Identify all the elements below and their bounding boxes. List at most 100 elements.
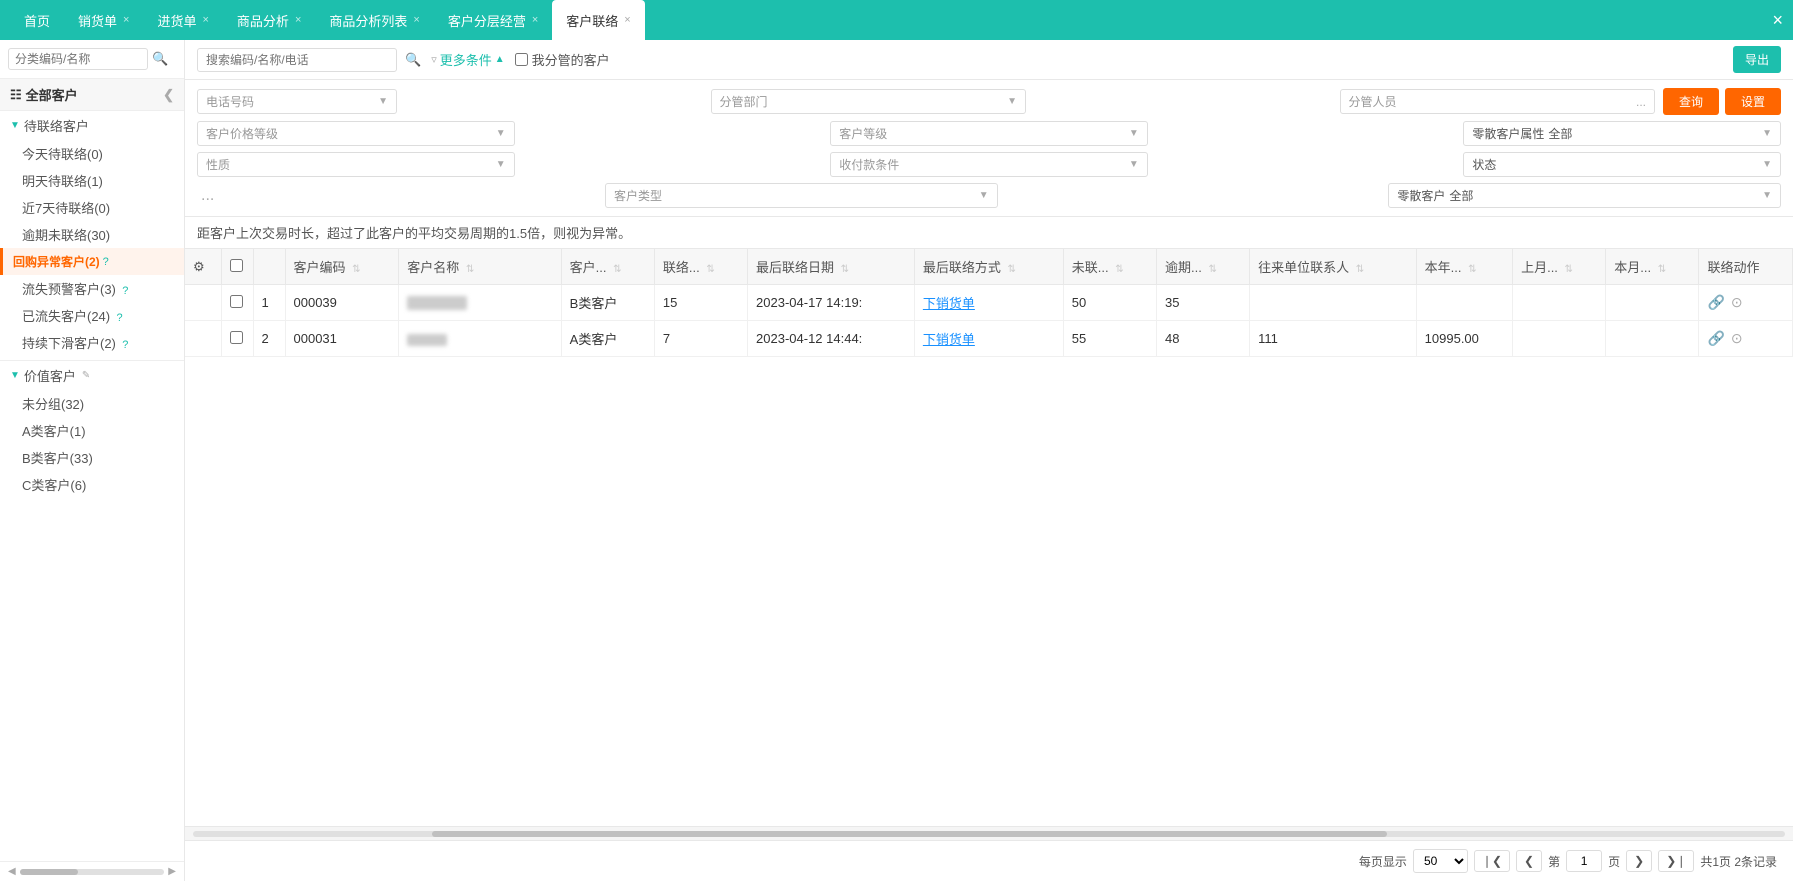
prev-page-btn[interactable]: ❮ — [1516, 850, 1542, 872]
sidebar-item-churn-warning[interactable]: 流失预警客户(3) ? — [0, 275, 184, 302]
query-btn[interactable]: 查询 — [1663, 88, 1719, 115]
phone-filter[interactable]: 电话号码 ▼ — [197, 89, 397, 114]
table-header-row: ⚙ 客户编码 ⇅ 客户名称 ⇅ — [185, 249, 1793, 285]
next-page-btn[interactable]: ❯ — [1626, 850, 1652, 872]
col-last-contact-method[interactable]: 最后联络方式 ⇅ — [914, 249, 1063, 285]
col-contact[interactable]: 联络... ⇅ — [654, 249, 747, 285]
sidebar-item-c-class[interactable]: C类客户(6) — [0, 471, 184, 498]
col-last-contact-date[interactable]: 最后联络日期 ⇅ — [748, 249, 915, 285]
sidebar-item-repurchase-anomaly[interactable]: 回购异常客户(2) ? — [0, 248, 184, 275]
horizontal-scrollbar-area[interactable] — [185, 826, 1793, 840]
row2-grid-icon[interactable]: ⊙ — [1731, 330, 1743, 347]
row1-grid-icon[interactable]: ⊙ — [1731, 294, 1743, 311]
row2-select-checkbox[interactable] — [230, 331, 243, 344]
col-this-year[interactable]: 本年... ⇅ — [1416, 249, 1512, 285]
question-icon-2[interactable]: ? — [122, 285, 128, 297]
my-customer-checkbox-label[interactable]: 我分管的客户 — [515, 50, 610, 69]
sidebar-item-today[interactable]: 今天待联络(0) — [0, 140, 184, 167]
page-size-select[interactable]: 50 100 — [1413, 849, 1468, 873]
sidebar-item-declining[interactable]: 持续下滑客户(2) ? — [0, 329, 184, 356]
col-customer-name[interactable]: 客户名称 ⇅ — [399, 249, 561, 285]
nav-home[interactable]: 首页 — [10, 0, 64, 40]
more-filter-dots[interactable]: ... — [201, 187, 214, 205]
status-filter[interactable]: 状态 ▼ — [1463, 152, 1781, 177]
sidebar-search-input[interactable] — [8, 48, 148, 70]
row2-code: 000031 — [285, 321, 399, 357]
col-overdue[interactable]: 逾期... ⇅ — [1156, 249, 1249, 285]
manager-filter[interactable]: 分管人员 ... — [1340, 89, 1656, 114]
row1-checkbox[interactable] — [221, 285, 253, 321]
retail-customer-filter[interactable]: 零散客户 全部 ▼ — [1388, 183, 1781, 208]
sidebar-bottom-scroll[interactable]: ◀ ▶ — [0, 861, 184, 881]
export-btn[interactable]: 导出 — [1733, 46, 1781, 73]
customer-type-filter[interactable]: 客户类型 ▼ — [605, 183, 998, 208]
sidebar-item-ungroup[interactable]: 未分组(32) — [0, 390, 184, 417]
sidebar-item-b-class[interactable]: B类客户(33) — [0, 444, 184, 471]
row2-last-contact-method[interactable]: 下销货单 — [914, 321, 1063, 357]
nav-customer-contact[interactable]: 客户联络 × — [552, 0, 644, 40]
settings-btn[interactable]: 设置 — [1725, 88, 1781, 115]
col-last-month[interactable]: 上月... ⇅ — [1513, 249, 1606, 285]
select-all-checkbox[interactable] — [230, 259, 243, 272]
question-icon-4[interactable]: ? — [122, 339, 128, 351]
page-number-input[interactable] — [1566, 850, 1602, 872]
question-icon[interactable]: ? — [103, 256, 109, 268]
edit-group-icon[interactable]: ✎ — [82, 370, 90, 381]
sidebar-all-customers[interactable]: ☷ 全部客户 ❮ — [0, 79, 184, 111]
sidebar-item-churned[interactable]: 已流失客户(24) ? — [0, 302, 184, 329]
first-page-btn[interactable]: ❘❮ — [1474, 850, 1510, 872]
table-wrapper[interactable]: ⚙ 客户编码 ⇅ 客户名称 ⇅ — [185, 249, 1793, 826]
col-category[interactable]: 客户... ⇅ — [561, 249, 654, 285]
close-sales-order[interactable]: × — [123, 14, 129, 26]
nav-purchase-order[interactable]: 进货单 × — [143, 0, 222, 40]
scroll-left-icon[interactable]: ◀ — [8, 866, 16, 877]
scroll-right-icon[interactable]: ▶ — [168, 866, 176, 877]
close-product-analysis[interactable]: × — [295, 14, 301, 26]
col-pending[interactable]: 未联... ⇅ — [1063, 249, 1156, 285]
payment-filter[interactable]: 收付款条件 ▼ — [830, 152, 1148, 177]
retail-attr-dropdown-icon: ▼ — [1762, 128, 1772, 139]
department-filter[interactable]: 分管部门 ▼ — [711, 89, 1027, 114]
sidebar-scrollbar[interactable] — [20, 869, 165, 875]
sidebar-item-tomorrow[interactable]: 明天待联络(1) — [0, 167, 184, 194]
dept-dropdown-icon: ▼ — [1007, 96, 1017, 107]
col-customer-code[interactable]: 客户编码 ⇅ — [285, 249, 399, 285]
nav-product-analysis[interactable]: 商品分析 × — [223, 0, 315, 40]
close-purchase-order[interactable]: × — [202, 14, 208, 26]
close-window-btn[interactable]: × — [1772, 10, 1783, 31]
close-customer-contact[interactable]: × — [624, 14, 630, 26]
col-unit-contact[interactable]: 往来单位联系人 ⇅ — [1250, 249, 1417, 285]
sidebar-group-value-customers[interactable]: ▼ 价值客户 ✎ — [0, 360, 184, 390]
more-conditions-btn[interactable]: ▿ 更多条件 ▲ — [431, 50, 504, 69]
nav-customer-segmentation[interactable]: 客户分层经营 × — [434, 0, 552, 40]
close-customer-segmentation[interactable]: × — [532, 14, 538, 26]
collapse-icon[interactable]: ❮ — [163, 87, 174, 103]
price-level-filter[interactable]: 客户价格等级 ▼ — [197, 121, 515, 146]
horizontal-scroll-track[interactable] — [193, 831, 1785, 837]
sidebar-group-pending[interactable]: ▼ 待联络客户 — [0, 111, 184, 140]
customer-level-filter[interactable]: 客户等级 ▼ — [830, 121, 1148, 146]
main-search-icon[interactable]: 🔍 — [405, 52, 421, 68]
sidebar-item-7days[interactable]: 近7天待联络(0) — [0, 194, 184, 221]
sidebar-item-overdue[interactable]: 逾期未联络(30) — [0, 221, 184, 248]
col-this-month[interactable]: 本月... ⇅ — [1606, 249, 1699, 285]
nav-sales-order[interactable]: 销货单 × — [64, 0, 143, 40]
row1-select-checkbox[interactable] — [230, 295, 243, 308]
retail-attr-filter[interactable]: 零散客户属性 全部 ▼ — [1463, 121, 1781, 146]
manager-more-icon[interactable]: ... — [1636, 95, 1646, 109]
gender-filter[interactable]: 性质 ▼ — [197, 152, 515, 177]
row1-link-icon[interactable]: 🔗 — [1707, 294, 1724, 311]
row1-last-contact-method[interactable]: 下销货单 — [914, 285, 1063, 321]
price-level-dropdown-icon: ▼ — [496, 128, 506, 139]
close-product-analysis-list[interactable]: × — [413, 14, 419, 26]
sidebar-item-a-class[interactable]: A类客户(1) — [0, 417, 184, 444]
row2-link-icon[interactable]: 🔗 — [1707, 330, 1724, 347]
my-customer-checkbox[interactable] — [515, 53, 528, 66]
question-icon-3[interactable]: ? — [116, 312, 122, 324]
row2-checkbox[interactable] — [221, 321, 253, 357]
last-page-btn[interactable]: ❯❘ — [1658, 850, 1694, 872]
col-settings[interactable]: ⚙ — [185, 249, 221, 285]
main-search-input[interactable] — [197, 48, 397, 72]
nav-product-analysis-list[interactable]: 商品分析列表 × — [315, 0, 433, 40]
sidebar-search-icon[interactable]: 🔍 — [152, 51, 168, 67]
